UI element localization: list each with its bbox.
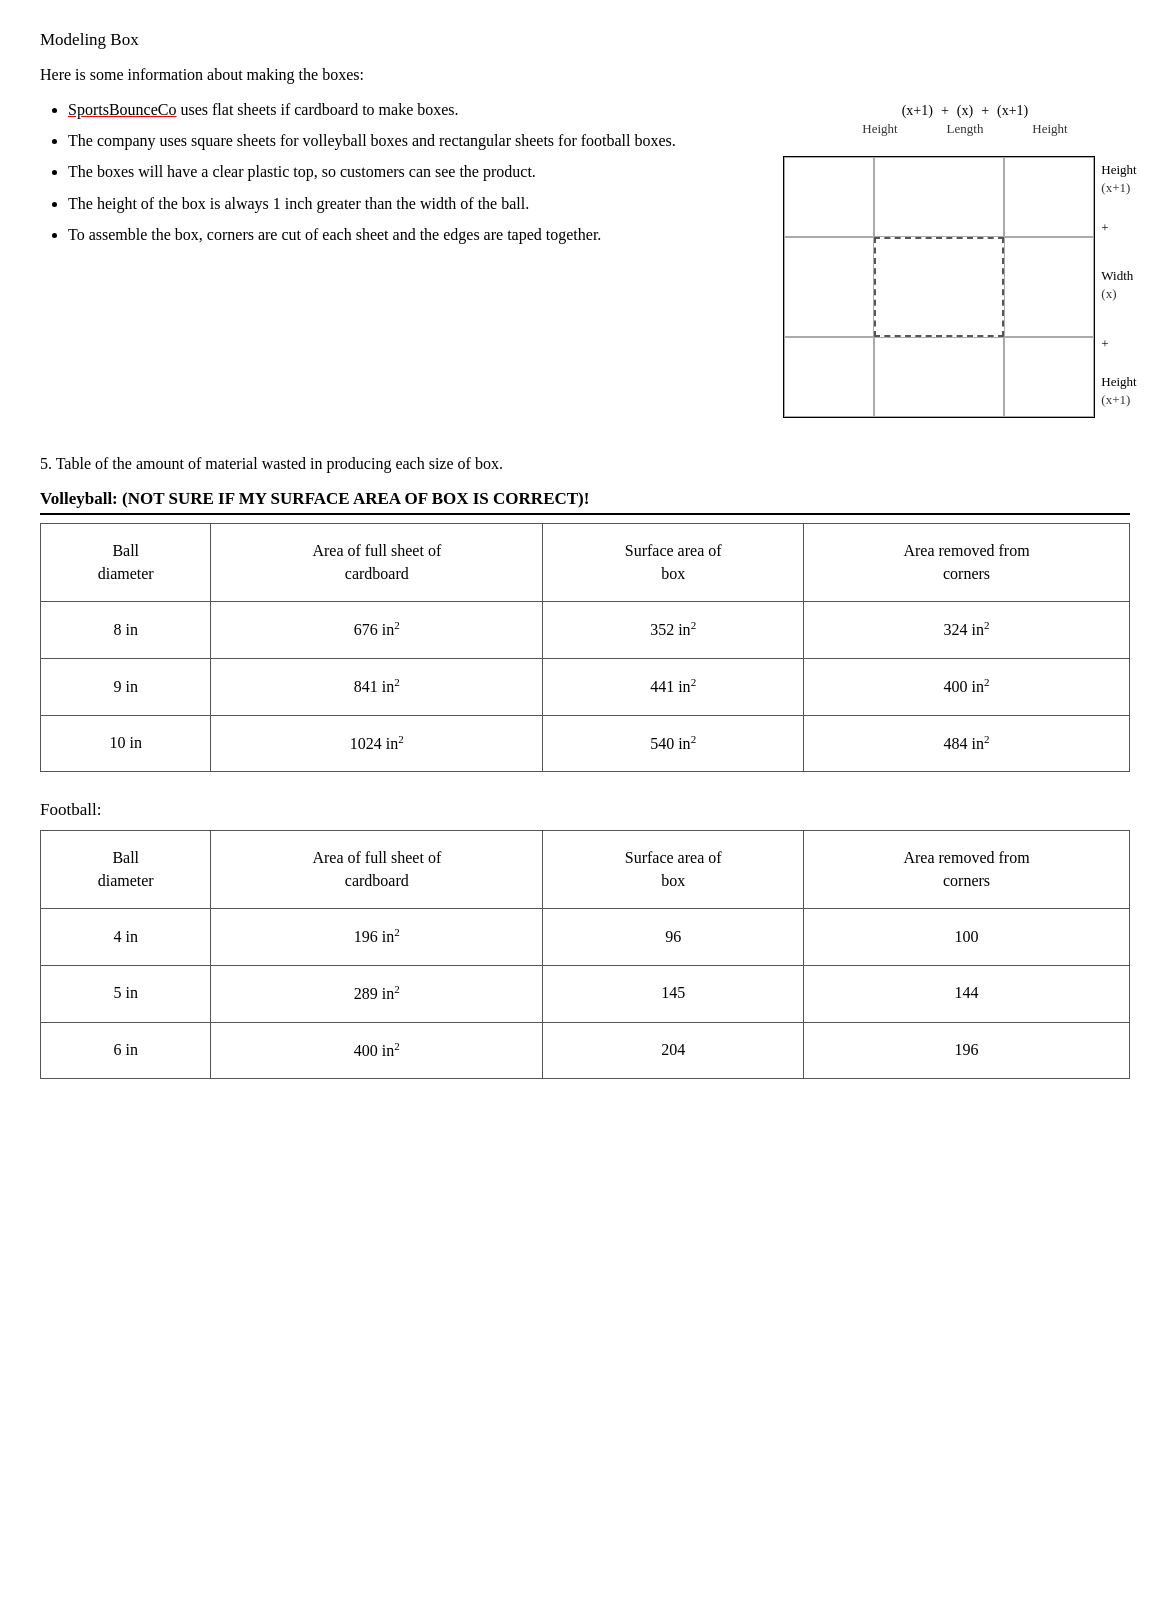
cell-r2c2-center (874, 237, 1004, 337)
cell-surface-area: 352 in2 (543, 602, 804, 659)
sub-height-right: Height (1010, 121, 1090, 137)
cell-diameter: 8 in (41, 602, 211, 659)
bullet-text-2: The company uses square sheets for volle… (68, 132, 676, 149)
label-plus-2: + (981, 103, 989, 119)
volleyball-header-row: Balldiameter Area of full sheet ofcardbo… (41, 524, 1130, 602)
col-header-removed-f: Area removed fromcorners (804, 831, 1130, 909)
label-x1-left: (x+1) (902, 103, 933, 119)
col-header-ball-diameter-f: Balldiameter (41, 831, 211, 909)
col-header-surface-area-f: Surface area ofbox (543, 831, 804, 909)
cell-full-area: 1024 in2 (211, 715, 543, 772)
diagram-right-labels: Height (x+1) + Width (x) + Height (1101, 141, 1136, 433)
rl-height-2: Height (1101, 374, 1136, 390)
diagram-sublabels: Height Length Height (830, 121, 1090, 137)
rl-plus-2: + (1101, 336, 1108, 352)
bullet-text-4: The height of the box is always 1 inch g… (68, 195, 529, 212)
rl-plus-1: + (1101, 220, 1108, 236)
rl-group-3: Height (x+1) (1101, 353, 1136, 433)
football-table: Balldiameter Area of full sheet ofcardbo… (40, 830, 1130, 1079)
cell-diameter: 9 in (41, 658, 211, 715)
diagram-top-labels: (x+1) + (x) + (x+1) (888, 103, 1033, 119)
bullet-text-5: To assemble the box, corners are cut of … (68, 226, 601, 243)
label-plus-1: + (941, 103, 949, 119)
page-title: Modeling Box (40, 30, 1130, 50)
bullet-text-3: The boxes will have a clear plastic top,… (68, 163, 536, 180)
cell-surface-area: 441 in2 (543, 658, 804, 715)
table-row: 9 in 841 in2 441 in2 400 in2 (41, 658, 1130, 715)
diagram-container: (x+1) + (x) + (x+1) Height Length Height (790, 103, 1130, 433)
rl-group-1: Height (x+1) (1101, 141, 1136, 221)
cell-full-area: 196 in2 (211, 909, 543, 966)
cell-removed: 400 in2 (804, 658, 1130, 715)
table-row: 6 in 400 in2 204 196 (41, 1022, 1130, 1079)
cell-removed: 484 in2 (804, 715, 1130, 772)
rl-group-plus-1: + (1101, 221, 1136, 237)
rl-sub-1: (x+1) (1101, 180, 1130, 196)
table-row: 10 in 1024 in2 540 in2 484 in2 (41, 715, 1130, 772)
list-item: The company uses square sheets for volle… (68, 129, 770, 152)
rl-group-plus-2: + (1101, 337, 1136, 353)
cell-surface-area: 540 in2 (543, 715, 804, 772)
sub-height-left: Height (840, 121, 920, 137)
cell-diameter: 10 in (41, 715, 211, 772)
cell-removed: 196 (804, 1022, 1130, 1079)
cell-r3c1 (784, 337, 874, 417)
rl-group-2: Width (x) (1101, 237, 1136, 337)
cell-removed: 144 (804, 965, 1130, 1022)
table-row: 4 in 196 in2 96 100 (41, 909, 1130, 966)
cell-r3c2 (874, 337, 1004, 417)
intro-text: Here is some information about making th… (40, 66, 1130, 84)
list-item: The boxes will have a clear plastic top,… (68, 160, 770, 183)
diagram-area: (x+1) + (x) + (x+1) Height Length Height (790, 98, 1130, 433)
cell-r2c3 (1004, 237, 1094, 337)
rl-height-1: Height (1101, 162, 1136, 178)
diagram-grid-wrapper: Height (x+1) + Width (x) + Height (783, 141, 1136, 433)
cell-surface-area: 96 (543, 909, 804, 966)
cell-full-area: 841 in2 (211, 658, 543, 715)
cell-diameter: 5 in (41, 965, 211, 1022)
label-x: (x) (957, 103, 973, 119)
rl-sub-2: (x) (1101, 286, 1116, 302)
football-header-row: Balldiameter Area of full sheet ofcardbo… (41, 831, 1130, 909)
cell-removed: 324 in2 (804, 602, 1130, 659)
table-section-label: 5. Table of the amount of material waste… (40, 453, 1130, 475)
volleyball-table: Balldiameter Area of full sheet ofcardbo… (40, 523, 1130, 772)
cell-full-area: 676 in2 (211, 602, 543, 659)
cell-r1c3 (1004, 157, 1094, 237)
col-header-ball-diameter-v: Balldiameter (41, 524, 211, 602)
col-header-surface-area-v: Surface area ofbox (543, 524, 804, 602)
cell-removed: 100 (804, 909, 1130, 966)
cell-diameter: 6 in (41, 1022, 211, 1079)
bullet-list: SportsBounceCo uses flat sheets if cardb… (40, 98, 770, 433)
cell-full-area: 289 in2 (211, 965, 543, 1022)
cell-surface-area: 204 (543, 1022, 804, 1079)
cell-r1c2 (874, 157, 1004, 237)
col-header-full-area-v: Area of full sheet ofcardboard (211, 524, 543, 602)
cell-full-area: 400 in2 (211, 1022, 543, 1079)
rl-width: Width (1101, 268, 1133, 284)
brand-name: SportsBounceCo (68, 101, 176, 118)
cell-r3c3 (1004, 337, 1094, 417)
list-item: SportsBounceCo uses flat sheets if cardb… (68, 98, 770, 121)
rl-sub-3: (x+1) (1101, 392, 1130, 408)
content-area: SportsBounceCo uses flat sheets if cardb… (40, 98, 1130, 433)
list-item: To assemble the box, corners are cut of … (68, 223, 770, 246)
volleyball-section-header: Volleyball: (NOT SURE IF MY SURFACE AREA… (40, 489, 1130, 515)
sub-length: Length (920, 121, 1010, 137)
table-row: 5 in 289 in2 145 144 (41, 965, 1130, 1022)
list-item: The height of the box is always 1 inch g… (68, 192, 770, 215)
football-section-label: Football: (40, 800, 1130, 820)
label-x1-right: (x+1) (997, 103, 1028, 119)
cell-surface-area: 145 (543, 965, 804, 1022)
bullet-text-1: uses flat sheets if cardboard to make bo… (180, 101, 458, 118)
cell-r1c1 (784, 157, 874, 237)
table-row: 8 in 676 in2 352 in2 324 in2 (41, 602, 1130, 659)
diagram-grid (783, 156, 1095, 418)
cell-diameter: 4 in (41, 909, 211, 966)
col-header-removed-v: Area removed fromcorners (804, 524, 1130, 602)
col-header-full-area-f: Area of full sheet ofcardboard (211, 831, 543, 909)
cell-r2c1 (784, 237, 874, 337)
